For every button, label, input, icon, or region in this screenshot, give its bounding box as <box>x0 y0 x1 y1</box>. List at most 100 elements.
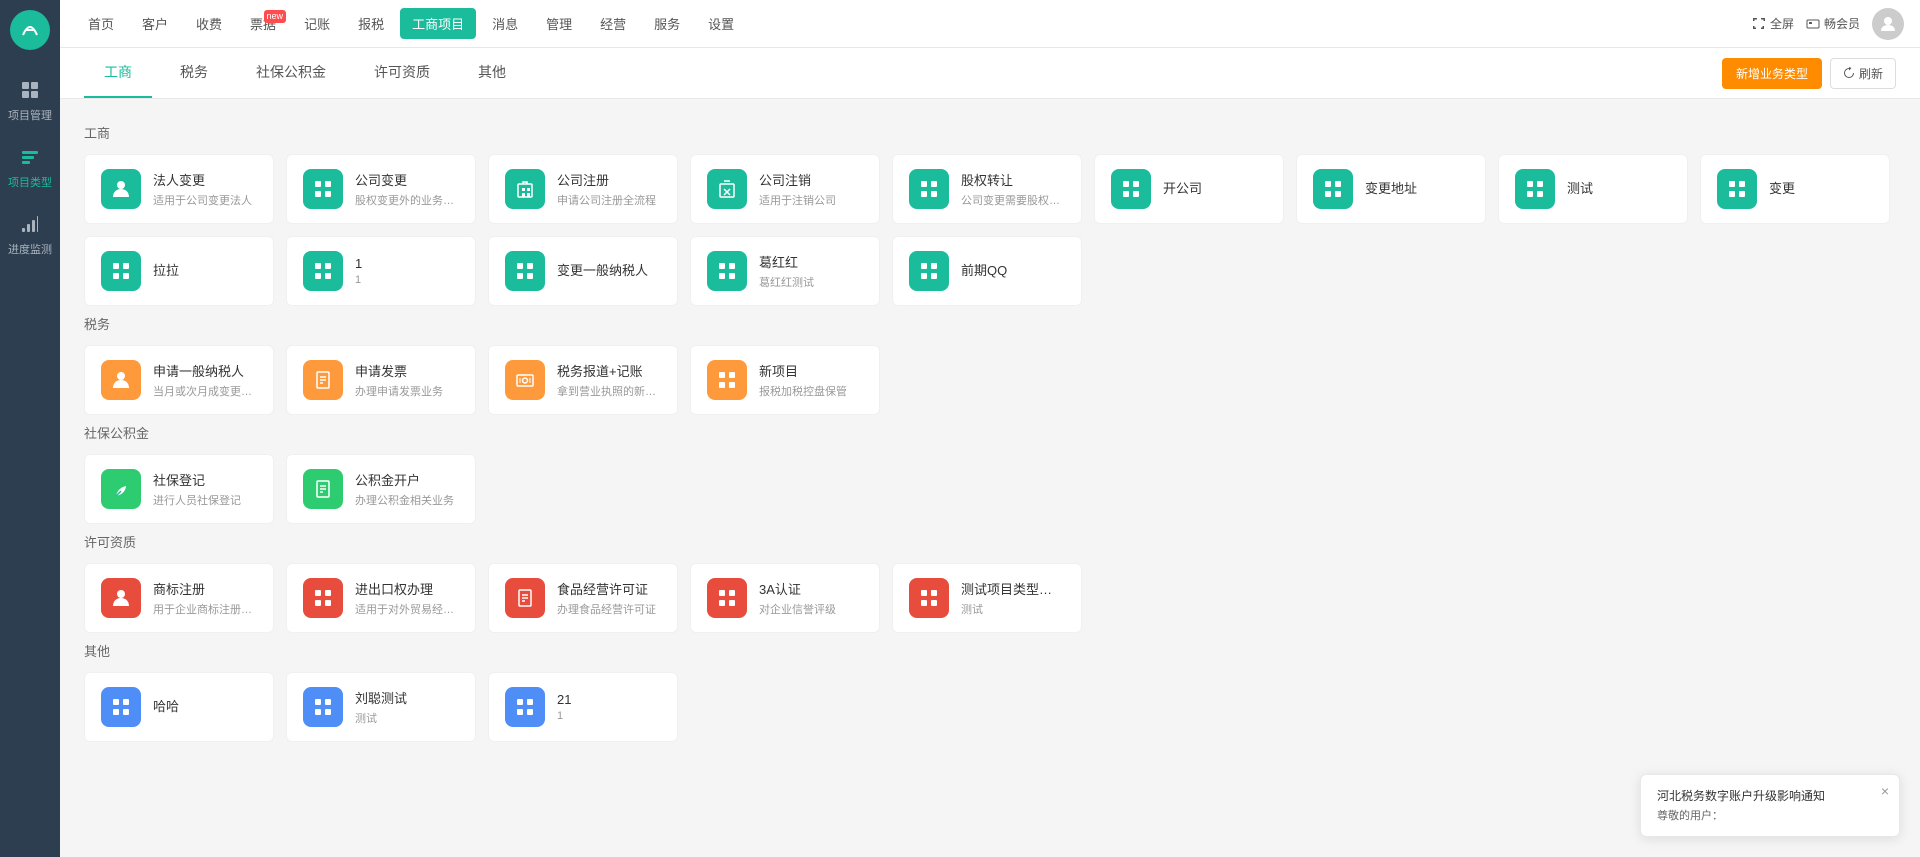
card-title-early-qq: 前期QQ <box>961 260 1065 279</box>
subtab-industry[interactable]: 工商 <box>84 48 152 98</box>
refresh-button[interactable]: 刷新 <box>1830 58 1896 89</box>
cards-grid-social: 社保登记进行人员社保登记公积金开户办理公积金相关业务 <box>84 454 1896 524</box>
new-type-button[interactable]: 新增业务类型 <box>1722 58 1822 89</box>
card-trademark[interactable]: 商标注册用于企业商标注册服务 <box>84 563 274 633</box>
card-apply-invoice[interactable]: 申请发票办理申请发票业务 <box>286 345 476 415</box>
subtabs: 工商 税务 社保公积金 许可资质 其他 新增业务类型 刷新 <box>60 48 1920 99</box>
card-fund-open[interactable]: 公积金开户办理公积金相关业务 <box>286 454 476 524</box>
card-social-register[interactable]: 社保登记进行人员社保登记 <box>84 454 274 524</box>
card-food-license[interactable]: 食品经营许可证办理食品经营许可证 <box>488 563 678 633</box>
topnav-item-billing[interactable]: 收费 <box>184 8 234 39</box>
card-num21[interactable]: 211 <box>488 672 678 742</box>
card-3a-cert[interactable]: 3A认证对企业信誉评级 <box>690 563 880 633</box>
card-company-register[interactable]: 公司注册申请公司注册全流程 <box>488 154 678 224</box>
card-equity-transfer[interactable]: 股权转让公司变更需要股权转让 <box>892 154 1082 224</box>
card-info-test-type: 测试项目类型自定义测试 <box>961 579 1065 617</box>
card-tax-declare[interactable]: 税务报道+记账拿到营业执照的新公司 <box>488 345 678 415</box>
topnav-item-account[interactable]: 记账 <box>292 8 342 39</box>
card-title-company-cancel: 公司注销 <box>759 170 863 189</box>
subtab-license[interactable]: 许可资质 <box>354 48 450 98</box>
card-icon-trademark <box>101 578 141 618</box>
card-title-liu-test: 刘聪测试 <box>355 688 459 707</box>
card-info-haha: 哈哈 <box>153 696 257 718</box>
card-desc-apply-invoice: 办理申请发票业务 <box>355 383 459 399</box>
card-company-change[interactable]: 公司变更股权变更外的业务变更 <box>286 154 476 224</box>
topnav-item-operation[interactable]: 经营 <box>588 8 638 39</box>
topnav-item-industry[interactable]: 工商项目 <box>400 8 476 39</box>
card-title-trademark: 商标注册 <box>153 579 257 598</box>
sidebar-item-progress[interactable]: 进度监测 <box>0 200 60 267</box>
user-avatar[interactable] <box>1872 8 1904 40</box>
section-title-tax: 税务 <box>84 314 1896 333</box>
card-desc-ge-honghong: 葛红红测试 <box>759 274 863 290</box>
card-desc-trademark: 用于企业商标注册服务 <box>153 601 257 617</box>
topnav-item-home[interactable]: 首页 <box>76 8 126 39</box>
sidebar-item-project-mgmt[interactable]: 项目管理 <box>0 66 60 133</box>
project-type-icon <box>16 143 44 171</box>
card-title-haha: 哈哈 <box>153 696 257 715</box>
member-btn[interactable]: 畅会员 <box>1806 15 1860 32</box>
notification-close[interactable]: × <box>1881 783 1889 799</box>
card-title-num1: 1 <box>355 256 459 271</box>
card-apply-taxpayer[interactable]: 申请一般纳税人当月或次月成变更完成 <box>84 345 274 415</box>
card-new-project[interactable]: 新项目报税加税控盘保管 <box>690 345 880 415</box>
card-info-trademark: 商标注册用于企业商标注册服务 <box>153 579 257 617</box>
content: 工商 税务 社保公积金 许可资质 其他 新增业务类型 刷新 工商 法人变更适用于 <box>60 48 1920 857</box>
card-icon-haha <box>101 687 141 727</box>
progress-icon <box>16 210 44 238</box>
card-title-change-address: 变更地址 <box>1365 178 1469 197</box>
card-info-new-project: 新项目报税加税控盘保管 <box>759 361 863 399</box>
topnav-item-manage[interactable]: 管理 <box>534 8 584 39</box>
sidebar-item-label: 项目管理 <box>8 107 52 123</box>
topnav-item-client[interactable]: 客户 <box>130 8 180 39</box>
topnav-items: 首页 客户 收费 票据 new 记账 报税 工商项目 消息 管理 经营 服务 设… <box>76 8 1752 39</box>
card-info-legal-change: 法人变更适用于公司变更法人 <box>153 170 257 208</box>
subtab-social[interactable]: 社保公积金 <box>236 48 346 98</box>
card-num1[interactable]: 11 <box>286 236 476 306</box>
topnav-item-invoice[interactable]: 票据 new <box>238 8 288 39</box>
card-open-company[interactable]: 开公司 <box>1094 154 1284 224</box>
card-info-liu-test: 刘聪测试测试 <box>355 688 459 726</box>
card-desc-tax-declare: 拿到营业执照的新公司 <box>557 383 661 399</box>
topnav-item-settings[interactable]: 设置 <box>696 8 746 39</box>
card-title-tax-declare: 税务报道+记账 <box>557 361 661 380</box>
card-icon-company-change <box>303 169 343 209</box>
card-test[interactable]: 测试 <box>1498 154 1688 224</box>
cards-grid-other: 哈哈 刘聪测试测试 211 <box>84 672 1896 742</box>
topnav-item-service[interactable]: 服务 <box>642 8 692 39</box>
topnav-item-tax[interactable]: 报税 <box>346 8 396 39</box>
card-icon-3a-cert <box>707 578 747 618</box>
card-title-test-type: 测试项目类型自定义 <box>961 579 1065 598</box>
card-info-apply-invoice: 申请发票办理申请发票业务 <box>355 361 459 399</box>
card-icon-company-cancel <box>707 169 747 209</box>
card-legal-change[interactable]: 法人变更适用于公司变更法人 <box>84 154 274 224</box>
logo-icon <box>19 17 41 44</box>
card-info-equity-transfer: 股权转让公司变更需要股权转让 <box>961 170 1065 208</box>
card-title-change: 变更 <box>1769 178 1873 197</box>
card-desc-new-project: 报税加税控盘保管 <box>759 383 863 399</box>
card-title-import-export: 进出口权办理 <box>355 579 459 598</box>
subtab-tax[interactable]: 税务 <box>160 48 228 98</box>
card-desc-social-register: 进行人员社保登记 <box>153 492 257 508</box>
topnav-item-message[interactable]: 消息 <box>480 8 530 39</box>
card-ge-honghong[interactable]: 葛红红葛红红测试 <box>690 236 880 306</box>
card-change[interactable]: 变更 <box>1700 154 1890 224</box>
card-change-address[interactable]: 变更地址 <box>1296 154 1486 224</box>
card-company-cancel[interactable]: 公司注销适用于注销公司 <box>690 154 880 224</box>
sidebar-item-project-type[interactable]: 项目类型 <box>0 133 60 200</box>
card-test-type[interactable]: 测试项目类型自定义测试 <box>892 563 1082 633</box>
section-title-industry: 工商 <box>84 123 1896 142</box>
card-haha[interactable]: 哈哈 <box>84 672 274 742</box>
card-liu-test[interactable]: 刘聪测试测试 <box>286 672 476 742</box>
card-change-taxpayer[interactable]: 变更一般纳税人 <box>488 236 678 306</box>
card-lala[interactable]: 拉拉 <box>84 236 274 306</box>
subtab-other[interactable]: 其他 <box>458 48 526 98</box>
sidebar-item-label: 项目类型 <box>8 174 52 190</box>
card-icon-food-license <box>505 578 545 618</box>
card-import-export[interactable]: 进出口权办理适用于对外贸易经营者 <box>286 563 476 633</box>
card-title-open-company: 开公司 <box>1163 178 1267 197</box>
card-icon-num1 <box>303 251 343 291</box>
fullscreen-btn[interactable]: 全屏 <box>1752 15 1794 32</box>
card-early-qq[interactable]: 前期QQ <box>892 236 1082 306</box>
card-icon-social-register <box>101 469 141 509</box>
